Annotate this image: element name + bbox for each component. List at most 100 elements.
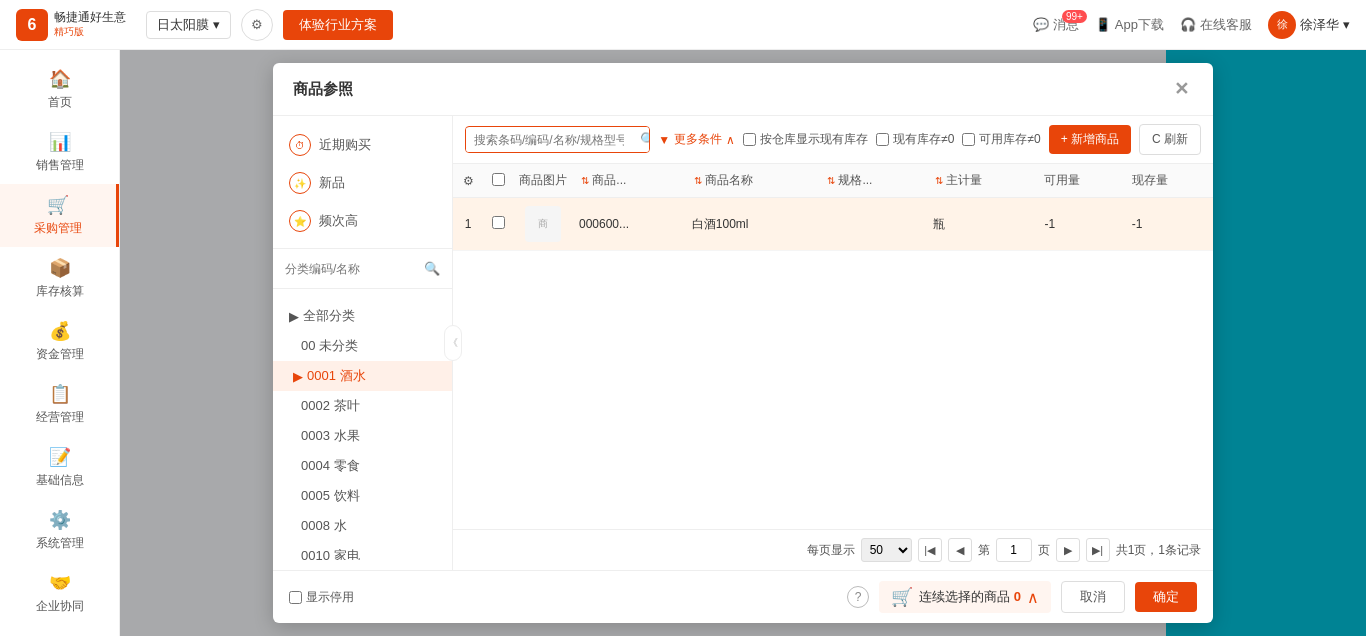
expand-icon-active: ▶ [293,369,303,384]
per-page-select[interactable]: 50 10 20 100 [861,538,912,562]
warehouse-stock-checkbox[interactable]: 按仓库显示现有库存 [743,131,868,148]
product-search-button[interactable]: 🔍 [632,127,650,152]
product-table-container: ⚙ 商品图片 ⇅ 商品... [453,164,1213,529]
row-check[interactable] [483,198,513,251]
select-all-checkbox[interactable] [492,173,505,186]
sidebar-item-inventory[interactable]: 📦 库存核算 [0,247,119,310]
th-code[interactable]: ⇅ 商品... [573,164,686,198]
last-page-button[interactable]: ▶| [1086,538,1110,562]
usable-nonzero-checkbox[interactable]: 可用库存≠0 [962,131,1040,148]
handshake-icon: 🤝 [49,572,71,594]
tree-item-appliance[interactable]: 0010 家电 [273,541,452,560]
available-nonzero-checkbox[interactable]: 现有库存≠0 [876,131,954,148]
th-unit[interactable]: ⇅ 主计量 [927,164,1039,198]
cart-area[interactable]: 🛒 连续选择的商品 0 ∧ [879,581,1051,613]
th-settings[interactable]: ⚙ [453,164,483,198]
cancel-button[interactable]: 取消 [1061,581,1125,613]
sidebar-item-home[interactable]: 🏠 首页 [0,58,119,121]
tree-item-uncategorized[interactable]: 00 未分类 [273,331,452,361]
category-search-input[interactable] [285,262,420,276]
settings-icon[interactable]: ⚙ [241,9,273,41]
sidebar-item-purchase[interactable]: 🛒 采购管理 [0,184,119,247]
per-page-label: 每页显示 [807,542,855,559]
tree-item-drinks[interactable]: 0005 饮料 [273,481,452,511]
row-num: 1 [453,198,483,251]
product-search-bar: 🔍 [465,126,650,153]
modal-title: 商品参照 [293,80,353,99]
table-row[interactable]: 1 商 000600... 白酒100ml [453,198,1213,251]
messages-button[interactable]: 💬 消息 99+ [1033,16,1079,34]
th-name[interactable]: ⇅ 商品名称 [686,164,819,198]
show-disabled-checkbox[interactable]: 显示停用 [289,589,354,606]
modal-overlay: 商品参照 ✕ ⏱ 近期购买 ✨ 新品 [120,50,1366,636]
row-stock: -1 [1126,198,1213,251]
sidebar-label-basic: 基础信息 [36,472,84,489]
frequent-item[interactable]: ⭐ 频次高 [273,202,452,240]
recent-purchase-item[interactable]: ⏱ 近期购买 [273,126,452,164]
sidebar-item-sales[interactable]: 📊 销售管理 [0,121,119,184]
more-filter-button[interactable]: ▼ 更多条件 ∧ [658,131,735,148]
tree-item-all[interactable]: ▶ 全部分类 [273,301,452,331]
th-stock[interactable]: 现存量 [1126,164,1213,198]
tree-item-snacks[interactable]: 0004 零食 [273,451,452,481]
sidebar-item-operations[interactable]: 📋 经营管理 [0,373,119,436]
mobile-icon: 📱 [1095,17,1111,32]
new-product-item[interactable]: ✨ 新品 [273,164,452,202]
store-selector[interactable]: 日太阳膜 ▾ [146,11,231,39]
collapse-panel-button[interactable]: 《 [444,325,462,361]
row-name: 白酒100ml [686,198,819,251]
tree-item-tea[interactable]: 0002 茶叶 [273,391,452,421]
divider2 [273,288,452,289]
th-image: 商品图片 [513,164,573,198]
tree-item-liquor[interactable]: ▶ 0001 酒水 [273,361,452,391]
headset-icon: 🎧 [1180,17,1196,32]
confirm-button[interactable]: 确定 [1135,582,1197,612]
expand-icon: ▶ [289,309,299,324]
logo-title: 畅捷通好生意 [54,10,126,26]
next-page-button[interactable]: ▶ [1056,538,1080,562]
logo-area: 6 畅捷通好生意 精巧版 [16,9,126,41]
gear-icon: ⚙️ [49,509,71,531]
collapse-cart-icon[interactable]: ∧ [1027,588,1039,607]
th-available[interactable]: 可用量 [1038,164,1125,198]
star-icon: ⭐ [289,210,311,232]
sort-icon3: ⇅ [827,175,835,186]
sidebar-item-basic[interactable]: 📝 基础信息 [0,436,119,499]
th-spec[interactable]: ⇅ 规格... [819,164,927,198]
trial-button[interactable]: 体验行业方案 [283,10,393,40]
user-menu[interactable]: 徐 徐泽华 ▾ [1268,11,1350,39]
sidebar-item-system[interactable]: ⚙️ 系统管理 [0,499,119,562]
tree-item-fruit[interactable]: 0003 水果 [273,421,452,451]
tree-item-water[interactable]: 0008 水 [273,511,452,541]
help-icon[interactable]: ? [847,586,869,608]
sidebar-item-collab[interactable]: 🤝 企业协同 [0,562,119,625]
th-checkbox[interactable] [483,164,513,198]
nav-right: 💬 消息 99+ 📱 App下载 🎧 在线客服 徐 徐泽华 ▾ [1033,11,1350,39]
row-spec [819,198,927,251]
note-icon: 📝 [49,446,71,468]
modal-body: ⏱ 近期购买 ✨ 新品 ⭐ 频次高 [273,116,1213,570]
sidebar-item-guide[interactable]: 🔰 新手引导 [0,625,119,636]
first-page-button[interactable]: |◀ [918,538,942,562]
search-icon[interactable]: 🔍 [424,261,440,276]
close-button[interactable]: ✕ [1169,77,1193,101]
sidebar-label-system: 系统管理 [36,535,84,552]
page-summary: 共1页，1条记录 [1116,542,1201,559]
cart-label: 连续选择的商品 0 [919,588,1021,606]
modal-footer: 显示停用 ? 🛒 连续选择的商品 0 ∧ 取消 确 [273,570,1213,623]
prev-page-button[interactable]: ◀ [948,538,972,562]
category-tree: ▶ 全部分类 00 未分类 ▶ 0001 酒水 0002 茶 [273,297,452,560]
sidebar-item-finance[interactable]: 💰 资金管理 [0,310,119,373]
sidebar-label-home: 首页 [48,94,72,111]
page-label: 第 [978,542,990,559]
app-download-button[interactable]: 📱 App下载 [1095,16,1164,34]
page-number-input[interactable] [996,538,1032,562]
add-product-button[interactable]: + 新增商品 [1049,125,1131,154]
table-toolbar: 🔍 ▼ 更多条件 ∧ 按仓库显示现有库存 [453,116,1213,164]
top-nav: 6 畅捷通好生意 精巧版 日太阳膜 ▾ ⚙ 体验行业方案 💬 消息 99+ 📱 … [0,0,1366,50]
customer-service-button[interactable]: 🎧 在线客服 [1180,16,1252,34]
product-search-input[interactable] [466,128,632,152]
cart-count-number: 0 [1014,589,1021,604]
main-content: 商品参照 ✕ ⏱ 近期购买 ✨ 新品 [120,50,1366,636]
refresh-button[interactable]: C 刷新 [1139,124,1201,155]
